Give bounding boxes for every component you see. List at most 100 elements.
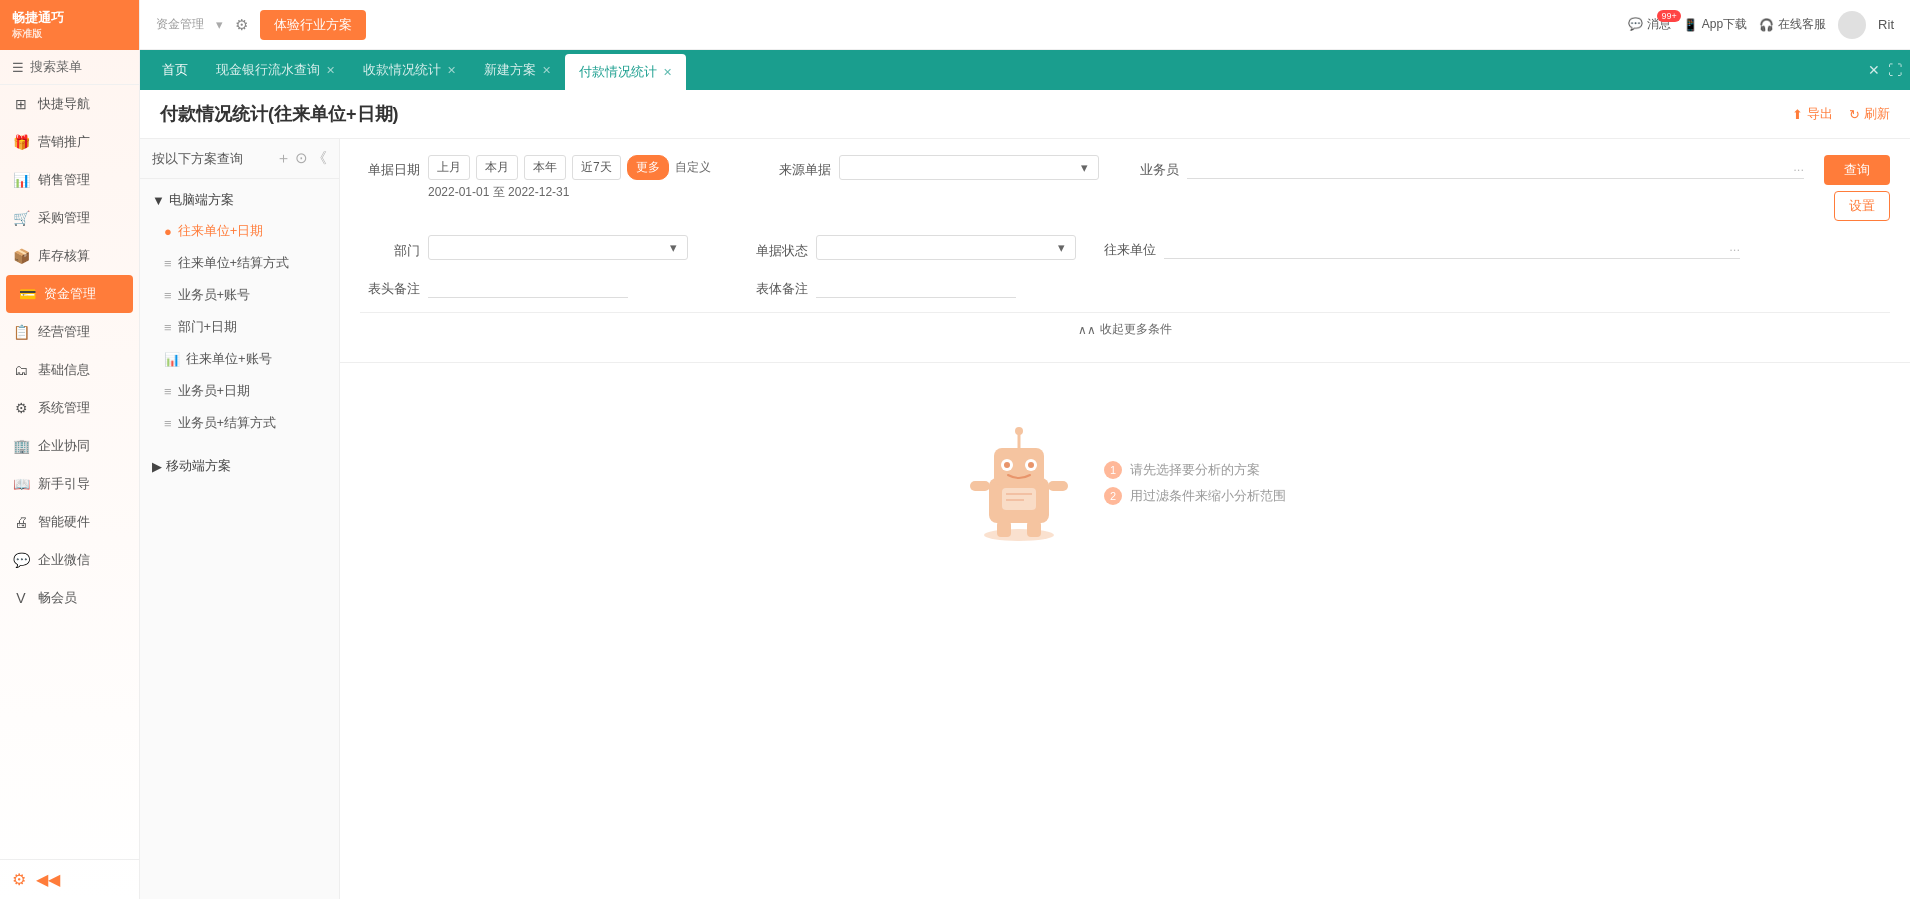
notification-btn[interactable]: 💬 消息 99+ — [1628, 16, 1670, 33]
sidebar-item-system[interactable]: ⚙ 系统管理 — [0, 389, 139, 427]
sidebar-item-corp-collab[interactable]: 🏢 企业协同 — [0, 427, 139, 465]
sidebar-settings-icon[interactable]: ⚙ — [12, 870, 26, 889]
sidebar-item-operations[interactable]: 📋 经营管理 — [0, 313, 139, 351]
svg-rect-9 — [970, 481, 990, 491]
scheme-settings-icon[interactable]: ⊙ — [295, 149, 308, 168]
corp-collab-label: 企业协同 — [38, 437, 90, 455]
logo-sub: 标准版 — [12, 27, 64, 41]
tab-home[interactable]: 首页 — [148, 50, 202, 90]
sidebar-item-member[interactable]: V 畅会员 — [0, 579, 139, 617]
hint2-num: 2 — [1104, 487, 1122, 505]
refresh-btn[interactable]: ↻ 刷新 — [1849, 105, 1890, 123]
svg-rect-10 — [1048, 481, 1068, 491]
query-btn[interactable]: 查询 — [1824, 155, 1890, 185]
unit-settle-label: 往来单位+结算方式 — [178, 254, 290, 272]
this-year-btn[interactable]: 本年 — [524, 155, 566, 180]
body-notes-input[interactable] — [816, 274, 1016, 298]
tab-bar: 首页 现金银行流水查询 ✕ 收款情况统计 ✕ 新建方案 ✕ 付款情况统计 ✕ ✕… — [140, 50, 1910, 90]
scheme-item-dept-date[interactable]: ≡ 部门+日期 — [140, 311, 339, 343]
topbar-dropdown-icon[interactable]: ▾ — [216, 17, 223, 32]
sidebar-item-marketing[interactable]: 🎁 营销推广 — [0, 123, 139, 161]
tab-close-all-icon[interactable]: ✕ — [1868, 62, 1880, 78]
sidebar-item-purchase[interactable]: 🛒 采购管理 — [0, 199, 139, 237]
sidebar-search-menu[interactable]: ☰ 搜索菜单 — [0, 50, 139, 85]
scheme-item-unit-account[interactable]: 📊 往来单位+账号 — [140, 343, 339, 375]
more-btn[interactable]: 更多 — [627, 155, 669, 180]
page-title: 付款情况统计(往来单位+日期) — [160, 102, 1792, 126]
tab-receipt-stat[interactable]: 收款情况统计 ✕ — [349, 50, 470, 90]
topbar-gear-icon[interactable]: ⚙ — [235, 16, 248, 34]
sidebar-item-corp-wechat[interactable]: 💬 企业微信 — [0, 541, 139, 579]
online-service-label: 在线客服 — [1778, 16, 1826, 33]
scheme-item-staff-date[interactable]: ≡ 业务员+日期 — [140, 375, 339, 407]
scheme-item-unit-settle[interactable]: ≡ 往来单位+结算方式 — [140, 247, 339, 279]
tab-payment-stat-close[interactable]: ✕ — [663, 66, 672, 79]
tab-new-scheme[interactable]: 新建方案 ✕ — [470, 50, 565, 90]
last-month-btn[interactable]: 上月 — [428, 155, 470, 180]
guide-icon: 📖 — [12, 476, 30, 492]
tab-expand-icon[interactable]: ⛶ — [1888, 62, 1902, 78]
export-btn-label: 导出 — [1807, 105, 1833, 123]
tab-receipt-stat-close[interactable]: ✕ — [447, 64, 456, 77]
svg-point-4 — [1015, 427, 1023, 435]
mobile-group-label[interactable]: ▶ 移动端方案 — [140, 451, 339, 481]
export-btn[interactable]: ⬆ 导出 — [1792, 105, 1833, 123]
header-notes-input[interactable] — [428, 274, 628, 298]
partner-ellipsis[interactable]: ... — [1729, 239, 1740, 254]
tab-bank-flow-close[interactable]: ✕ — [326, 64, 335, 77]
finance-label: 资金管理 — [44, 285, 96, 303]
system-icon: ⚙ — [12, 400, 30, 416]
settings-btn[interactable]: 设置 — [1834, 191, 1890, 221]
online-service-btn[interactable]: 🎧 在线客服 — [1759, 16, 1826, 33]
doc-status-select[interactable]: ▾ — [816, 235, 1076, 260]
tab-payment-stat[interactable]: 付款情况统计 ✕ — [565, 54, 686, 90]
source-doc-select[interactable]: ▾ — [839, 155, 1099, 180]
purchase-label: 采购管理 — [38, 209, 90, 227]
filter-area: 单据日期 上月 本月 本年 近7天 更多 自定义 20 — [340, 139, 1910, 363]
scheme-item-staff-account[interactable]: ≡ 业务员+账号 — [140, 279, 339, 311]
unit-settle-icon: ≡ — [164, 256, 172, 271]
sidebar-item-inventory[interactable]: 📦 库存核算 — [0, 237, 139, 275]
svg-point-8 — [1028, 462, 1034, 468]
sidebar-logo: 畅捷通巧 标准版 — [0, 0, 139, 50]
scheme-item-unit-date[interactable]: ● 往来单位+日期 — [140, 215, 339, 247]
desktop-scheme-group: ▼ 电脑端方案 ● 往来单位+日期 ≡ 往来单位+结算方式 ≡ 业务员+账号 — [140, 179, 339, 445]
dept-select[interactable]: ▾ — [428, 235, 688, 260]
staff-date-icon: ≡ — [164, 384, 172, 399]
date-range: 2022-01-01 至 2022-12-31 — [428, 184, 711, 201]
sidebar-item-finance[interactable]: 💳 资金管理 — [6, 275, 133, 313]
salesperson-ellipsis[interactable]: ... — [1793, 159, 1804, 174]
tab-new-scheme-close[interactable]: ✕ — [542, 64, 551, 77]
quick-nav-label: 快捷导航 — [38, 95, 90, 113]
app-download-label: App下载 — [1702, 16, 1747, 33]
sidebar-collapse-icon[interactable]: ◀◀ — [36, 870, 60, 889]
hint1-item: 1 请先选择要分析的方案 — [1104, 461, 1286, 479]
this-month-btn[interactable]: 本月 — [476, 155, 518, 180]
user-avatar[interactable] — [1838, 11, 1866, 39]
user-name: Rit — [1878, 17, 1894, 32]
try-industry-btn[interactable]: 体验行业方案 — [260, 10, 366, 40]
scheme-collapse-icon[interactable]: 《 — [312, 149, 327, 168]
7days-btn[interactable]: 近7天 — [572, 155, 621, 180]
desktop-group-label[interactable]: ▼ 电脑端方案 — [140, 185, 339, 215]
smart-hw-icon: 🖨 — [12, 514, 30, 530]
sidebar-item-guide[interactable]: 📖 新手引导 — [0, 465, 139, 503]
export-icon: ⬆ — [1792, 107, 1803, 122]
corp-wechat-label: 企业微信 — [38, 551, 90, 569]
sidebar-item-quick-nav[interactable]: ⊞ 快捷导航 — [0, 85, 139, 123]
tab-receipt-stat-label: 收款情况统计 — [363, 61, 441, 79]
sidebar-item-sales[interactable]: 📊 销售管理 — [0, 161, 139, 199]
add-scheme-icon[interactable]: ＋ — [276, 149, 291, 168]
desktop-group-text: 电脑端方案 — [169, 191, 234, 209]
header-notes-label: 表头备注 — [360, 274, 420, 298]
tab-bank-flow[interactable]: 现金银行流水查询 ✕ — [202, 50, 349, 90]
app-download-btn[interactable]: 📱 App下载 — [1683, 16, 1747, 33]
tabs-right-actions: ✕ ⛶ — [1868, 50, 1902, 90]
sidebar-item-basic-info[interactable]: 🗂 基础信息 — [0, 351, 139, 389]
scheme-item-staff-settle[interactable]: ≡ 业务员+结算方式 — [140, 407, 339, 439]
sidebar-bottom: ⚙ ◀◀ — [0, 859, 139, 899]
sidebar-item-smart-hw[interactable]: 🖨 智能硬件 — [0, 503, 139, 541]
unit-date-icon: ● — [164, 224, 172, 239]
collapse-more-btn[interactable]: ∧∧ 收起更多条件 — [360, 312, 1890, 346]
dept-label: 部门 — [360, 236, 420, 260]
